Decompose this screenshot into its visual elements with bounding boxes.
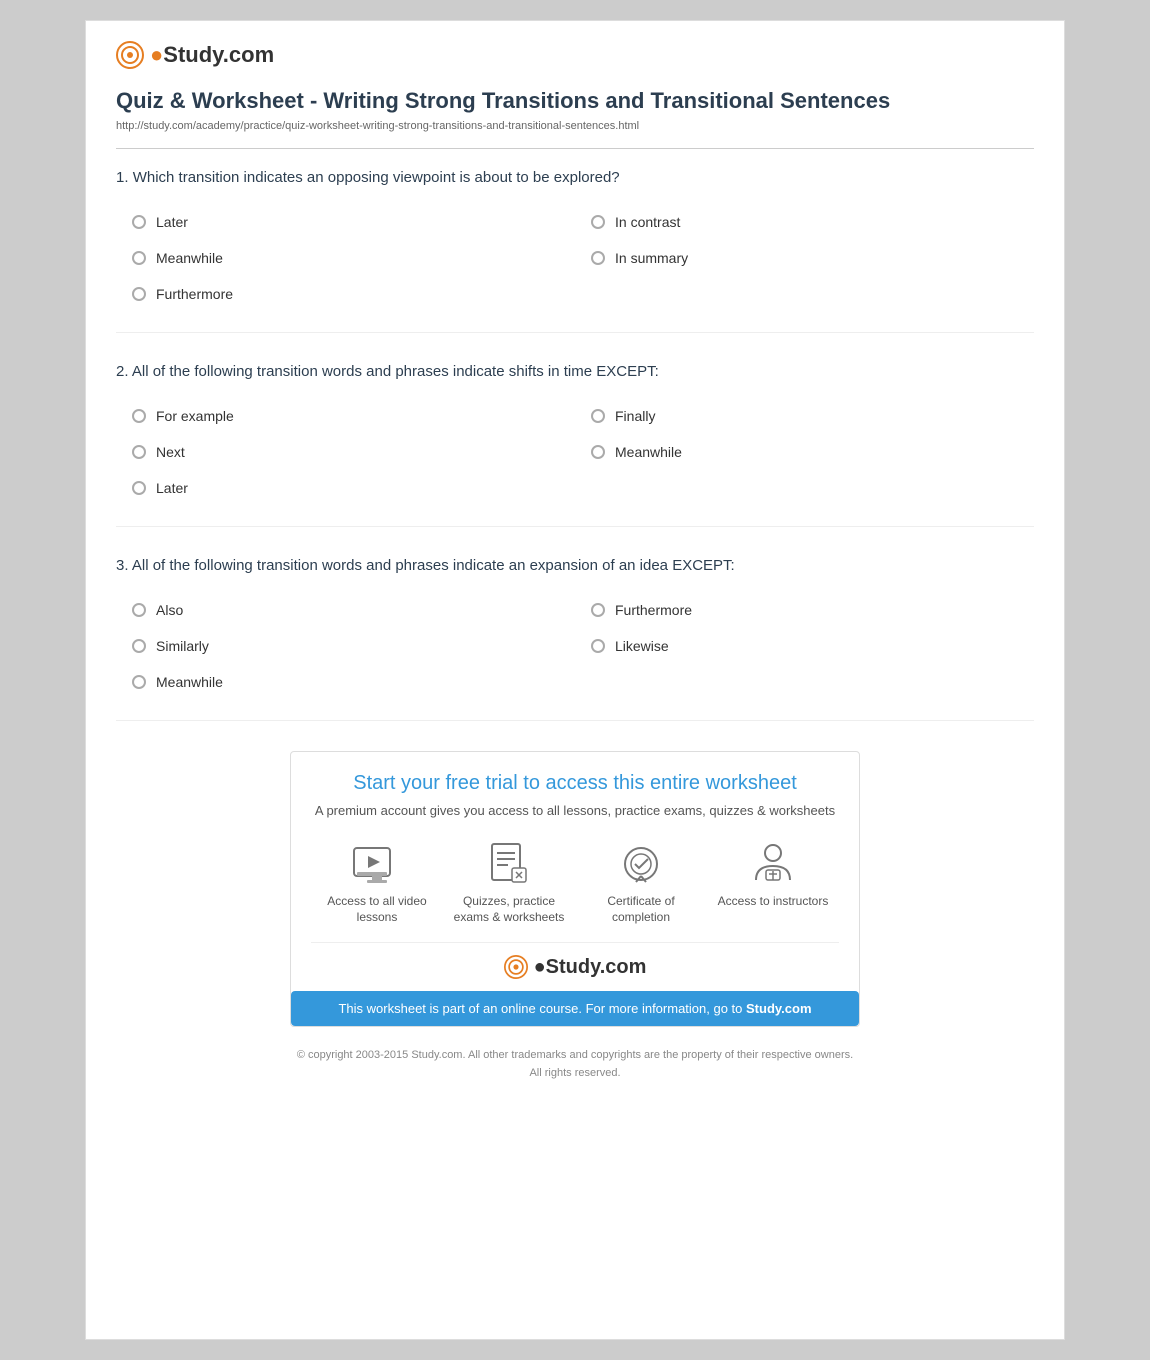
promo-feature-certificate: Certificate of completion — [581, 838, 701, 927]
promo-banner-text: This worksheet is part of an online cour… — [311, 1001, 839, 1016]
promo-label-certificate: Certificate of completion — [581, 893, 701, 927]
promo-label-instructor: Access to instructors — [718, 893, 829, 910]
q3-option-likewise[interactable]: Likewise — [575, 628, 1034, 664]
q3-label-meanwhile: Meanwhile — [156, 674, 223, 690]
q3-label-likewise: Likewise — [615, 638, 669, 654]
q3-option-meanwhile[interactable]: Meanwhile — [116, 664, 575, 700]
radio-q3-also[interactable] — [132, 603, 146, 617]
logo-dot: ● — [150, 42, 163, 67]
q1-option-in-contrast[interactable]: In contrast — [575, 204, 1034, 240]
radio-q2-later[interactable] — [132, 481, 146, 495]
q1-option-later[interactable]: Later — [116, 204, 575, 240]
radio-q2-for-example[interactable] — [132, 409, 146, 423]
instructor-icon — [746, 838, 801, 893]
promo-label-quiz: Quizzes, practice exams & worksheets — [449, 893, 569, 927]
radio-q2-next[interactable] — [132, 445, 146, 459]
promo-label-video: Access to all video lessons — [317, 893, 437, 927]
promo-feature-quiz: Quizzes, practice exams & worksheets — [449, 838, 569, 927]
page-title: Quiz & Worksheet - Writing Strong Transi… — [116, 87, 1034, 116]
q3-label-also: Also — [156, 602, 183, 618]
radio-q2-meanwhile[interactable] — [591, 445, 605, 459]
q3-option-similarly[interactable]: Similarly — [116, 628, 575, 664]
promo-feature-instructor: Access to instructors — [713, 838, 833, 927]
page-container: ●Study.com Quiz & Worksheet - Writing St… — [85, 20, 1065, 1340]
radio-q3-meanwhile[interactable] — [132, 675, 146, 689]
promo-logo-area: ●Study.com — [311, 942, 839, 991]
radio-q1-meanwhile[interactable] — [132, 251, 146, 265]
radio-q3-likewise[interactable] — [591, 639, 605, 653]
q1-option-furthermore[interactable]: Furthermore — [116, 276, 575, 312]
q1-label-in-contrast: In contrast — [615, 214, 680, 230]
q2-label-later: Later — [156, 480, 188, 496]
footer-line2: All rights reserved. — [116, 1065, 1034, 1083]
promo-features: Access to all video lessons Quizzes, pra… — [311, 838, 839, 927]
question-2-options: For example Finally Next Meanwhile Later — [116, 398, 1034, 506]
q3-option-also[interactable]: Also — [116, 592, 575, 628]
study-logo-icon — [116, 41, 144, 69]
question-3-options: Also Furthermore Similarly Likewise Mean… — [116, 592, 1034, 700]
radio-q3-furthermore[interactable] — [591, 603, 605, 617]
video-icon — [350, 838, 405, 893]
promo-logo-text: ●Study.com — [534, 956, 647, 979]
radio-q3-similarly[interactable] — [132, 639, 146, 653]
q1-option-in-summary[interactable]: In summary — [575, 240, 1034, 276]
promo-title: Start your free trial to access this ent… — [311, 772, 839, 795]
question-2: 2. All of the following transition words… — [116, 363, 1034, 527]
q3-option-furthermore[interactable]: Furthermore — [575, 592, 1034, 628]
q2-option-meanwhile[interactable]: Meanwhile — [575, 434, 1034, 470]
q2-option-finally[interactable]: Finally — [575, 398, 1034, 434]
promo-subtitle: A premium account gives you access to al… — [311, 803, 839, 818]
question-3-text: 3. All of the following transition words… — [116, 557, 1034, 574]
question-3: 3. All of the following transition words… — [116, 557, 1034, 721]
question-1-text: 1. Which transition indicates an opposin… — [116, 169, 1034, 186]
title-divider — [116, 148, 1034, 149]
promo-banner: This worksheet is part of an online cour… — [291, 991, 859, 1026]
q1-label-meanwhile: Meanwhile — [156, 250, 223, 266]
q2-label-for-example: For example — [156, 408, 234, 424]
questions-container: 1. Which transition indicates an opposin… — [116, 169, 1034, 721]
footer: © copyright 2003-2015 Study.com. All oth… — [116, 1047, 1034, 1082]
question-1: 1. Which transition indicates an opposin… — [116, 169, 1034, 333]
certificate-icon — [614, 838, 669, 893]
logo-text: ●Study.com — [150, 42, 274, 68]
q2-label-finally: Finally — [615, 408, 655, 424]
radio-q2-finally[interactable] — [591, 409, 605, 423]
radio-q1-later[interactable] — [132, 215, 146, 229]
q3-label-furthermore: Furthermore — [615, 602, 692, 618]
radio-q1-furthermore[interactable] — [132, 287, 146, 301]
promo-feature-video: Access to all video lessons — [317, 838, 437, 927]
radio-q1-in-contrast[interactable] — [591, 215, 605, 229]
q2-label-meanwhile: Meanwhile — [615, 444, 682, 460]
q1-option-meanwhile[interactable]: Meanwhile — [116, 240, 575, 276]
quiz-icon — [482, 838, 537, 893]
promo-box: Start your free trial to access this ent… — [290, 751, 860, 1028]
q3-label-similarly: Similarly — [156, 638, 209, 654]
page-url: http://study.com/academy/practice/quiz-w… — [116, 120, 1034, 132]
question-1-options: Later In contrast Meanwhile In summary F… — [116, 204, 1034, 312]
q2-option-later[interactable]: Later — [116, 470, 575, 506]
logo-area: ●Study.com — [116, 41, 1034, 69]
q2-label-next: Next — [156, 444, 185, 460]
promo-logo-icon — [504, 955, 528, 979]
promo-banner-link: Study.com — [746, 1001, 812, 1016]
q1-label-furthermore: Furthermore — [156, 286, 233, 302]
q1-label-later: Later — [156, 214, 188, 230]
q1-label-in-summary: In summary — [615, 250, 688, 266]
q2-option-for-example[interactable]: For example — [116, 398, 575, 434]
footer-line1: © copyright 2003-2015 Study.com. All oth… — [116, 1047, 1034, 1065]
q2-option-next[interactable]: Next — [116, 434, 575, 470]
question-2-text: 2. All of the following transition words… — [116, 363, 1034, 380]
radio-q1-in-summary[interactable] — [591, 251, 605, 265]
